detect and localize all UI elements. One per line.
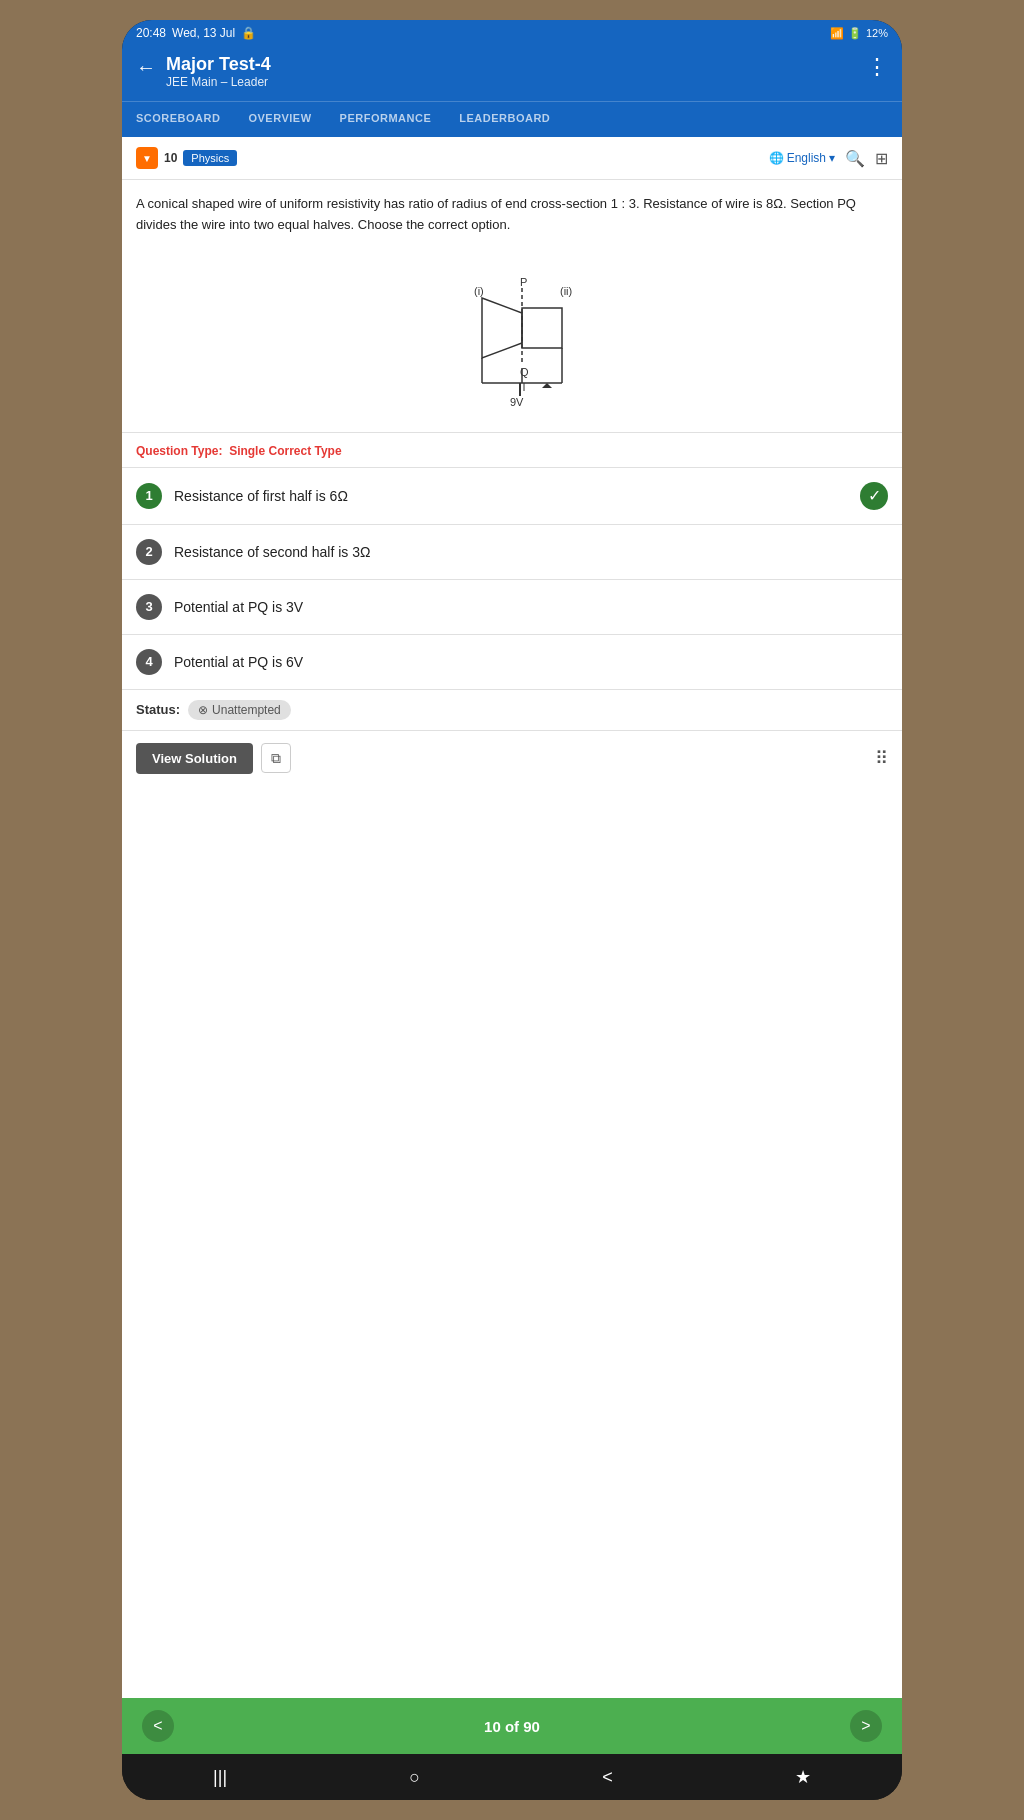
status-left: 20:48 Wed, 13 Jul 🔒	[136, 26, 256, 40]
view-solution-button[interactable]: View Solution	[136, 743, 253, 774]
svg-text:9V: 9V	[510, 396, 524, 408]
tab-performance[interactable]: PERFORMANCE	[326, 102, 446, 137]
globe-icon: 🌐	[769, 151, 784, 165]
status-date: Wed, 13 Jul	[172, 26, 235, 40]
question-tag: ▼ 10 Physics	[136, 147, 237, 169]
header-title-group: Major Test-4 JEE Main – Leader	[166, 54, 271, 89]
option-4-text: Potential at PQ is 6V	[174, 654, 888, 670]
option-1-number: 1	[136, 483, 162, 509]
status-time: 20:48	[136, 26, 166, 40]
chevron-down-icon: ▾	[829, 151, 835, 165]
grid-button[interactable]: ⠿	[875, 747, 888, 769]
correct-check-icon: ✓	[860, 482, 888, 510]
bottom-navigation: < 10 of 90 >	[122, 1698, 902, 1754]
lock-icon: 🔒	[241, 26, 256, 40]
status-section: Status: ⊗ Unattempted	[122, 689, 902, 730]
svg-text:(ii): (ii)	[560, 285, 572, 297]
empty-content-area	[122, 786, 902, 1698]
system-back-button[interactable]: <	[582, 1763, 633, 1792]
battery-level: 12%	[866, 27, 888, 39]
question-text: A conical shaped wire of uniform resisti…	[136, 194, 888, 236]
option-1-text: Resistance of first half is 6Ω	[174, 488, 860, 504]
question-number: 10	[164, 151, 177, 165]
action-left: View Solution ⧉	[136, 743, 291, 774]
nav-tabs: SCOREBOARD OVERVIEW PERFORMANCE LEADERBO…	[122, 101, 902, 137]
bookmark-button[interactable]: ★	[775, 1762, 831, 1792]
question-type-prefix: Question Type:	[136, 444, 222, 458]
page-indicator: 10 of 90	[484, 1718, 540, 1735]
signal-icon: 📶	[830, 27, 844, 40]
option-1[interactable]: 1 Resistance of first half is 6Ω ✓	[122, 468, 902, 525]
option-2-number: 2	[136, 539, 162, 565]
app-header: ← Major Test-4 JEE Main – Leader ⋮	[122, 46, 902, 101]
system-navigation: ||| ○ < ★	[122, 1754, 902, 1800]
tag-arrow-icon: ▼	[142, 153, 152, 164]
header-actions: 🌐 English ▾ 🔍 ⊞	[769, 149, 888, 168]
status-badge: ⊗ Unattempted	[188, 700, 291, 720]
svg-marker-0	[482, 298, 522, 358]
expand-button[interactable]: ⊞	[875, 149, 888, 168]
menu-button[interactable]: ⋮	[866, 54, 888, 80]
status-bar: 20:48 Wed, 13 Jul 🔒 📶 🔋 12%	[122, 20, 902, 46]
option-2-text: Resistance of second half is 3Ω	[174, 544, 888, 560]
subject-badge: Physics	[183, 150, 237, 166]
option-2[interactable]: 2 Resistance of second half is 3Ω	[122, 525, 902, 580]
language-selector[interactable]: 🌐 English ▾	[769, 151, 835, 165]
circuit-svg: (i) P (ii) Q 9V	[412, 248, 612, 408]
tab-overview[interactable]: OVERVIEW	[234, 102, 325, 137]
question-type-text: Question Type: Single Correct Type	[136, 444, 342, 458]
question-body: A conical shaped wire of uniform resisti…	[122, 180, 902, 433]
copy-button[interactable]: ⧉	[261, 743, 291, 773]
status-right: 📶 🔋 12%	[830, 27, 888, 40]
options-list: 1 Resistance of first half is 6Ω ✓ 2 Res…	[122, 468, 902, 689]
unattempted-text: Unattempted	[212, 703, 281, 717]
recent-apps-button[interactable]: |||	[193, 1763, 247, 1792]
device-frame: 20:48 Wed, 13 Jul 🔒 📶 🔋 12% ← Major Test…	[122, 20, 902, 1800]
option-3-text: Potential at PQ is 3V	[174, 599, 888, 615]
status-label: Status:	[136, 702, 180, 717]
action-bar: View Solution ⧉ ⠿	[122, 730, 902, 786]
language-label: English	[787, 151, 826, 165]
question-header-bar: ▼ 10 Physics 🌐 English ▾ 🔍 ⊞	[122, 137, 902, 180]
question-type-bar: Question Type: Single Correct Type	[122, 433, 902, 468]
question-type-value: Single Correct Type	[229, 444, 341, 458]
back-button[interactable]: ←	[136, 56, 156, 79]
unattempted-icon: ⊗	[198, 703, 208, 717]
option-4-number: 4	[136, 649, 162, 675]
app-subtitle: JEE Main – Leader	[166, 75, 271, 89]
header-left: ← Major Test-4 JEE Main – Leader	[136, 54, 271, 89]
battery-icon: 🔋	[848, 27, 862, 40]
option-4[interactable]: 4 Potential at PQ is 6V	[122, 635, 902, 689]
content-area: ▼ 10 Physics 🌐 English ▾ 🔍 ⊞ A conical s…	[122, 137, 902, 1698]
next-button[interactable]: >	[850, 1710, 882, 1742]
search-button[interactable]: 🔍	[845, 149, 865, 168]
circuit-diagram: (i) P (ii) Q 9V	[136, 248, 888, 408]
home-button[interactable]: ○	[389, 1763, 440, 1792]
prev-button[interactable]: <	[142, 1710, 174, 1742]
copy-icon: ⧉	[271, 750, 281, 767]
option-3[interactable]: 3 Potential at PQ is 3V	[122, 580, 902, 635]
svg-marker-1	[522, 308, 562, 348]
svg-text:P: P	[520, 276, 527, 288]
app-title: Major Test-4	[166, 54, 271, 75]
option-3-number: 3	[136, 594, 162, 620]
tab-scoreboard[interactable]: SCOREBOARD	[122, 102, 234, 137]
svg-text:(i): (i)	[474, 285, 484, 297]
tab-leaderboard[interactable]: LEADERBOARD	[445, 102, 564, 137]
tag-icon: ▼	[136, 147, 158, 169]
